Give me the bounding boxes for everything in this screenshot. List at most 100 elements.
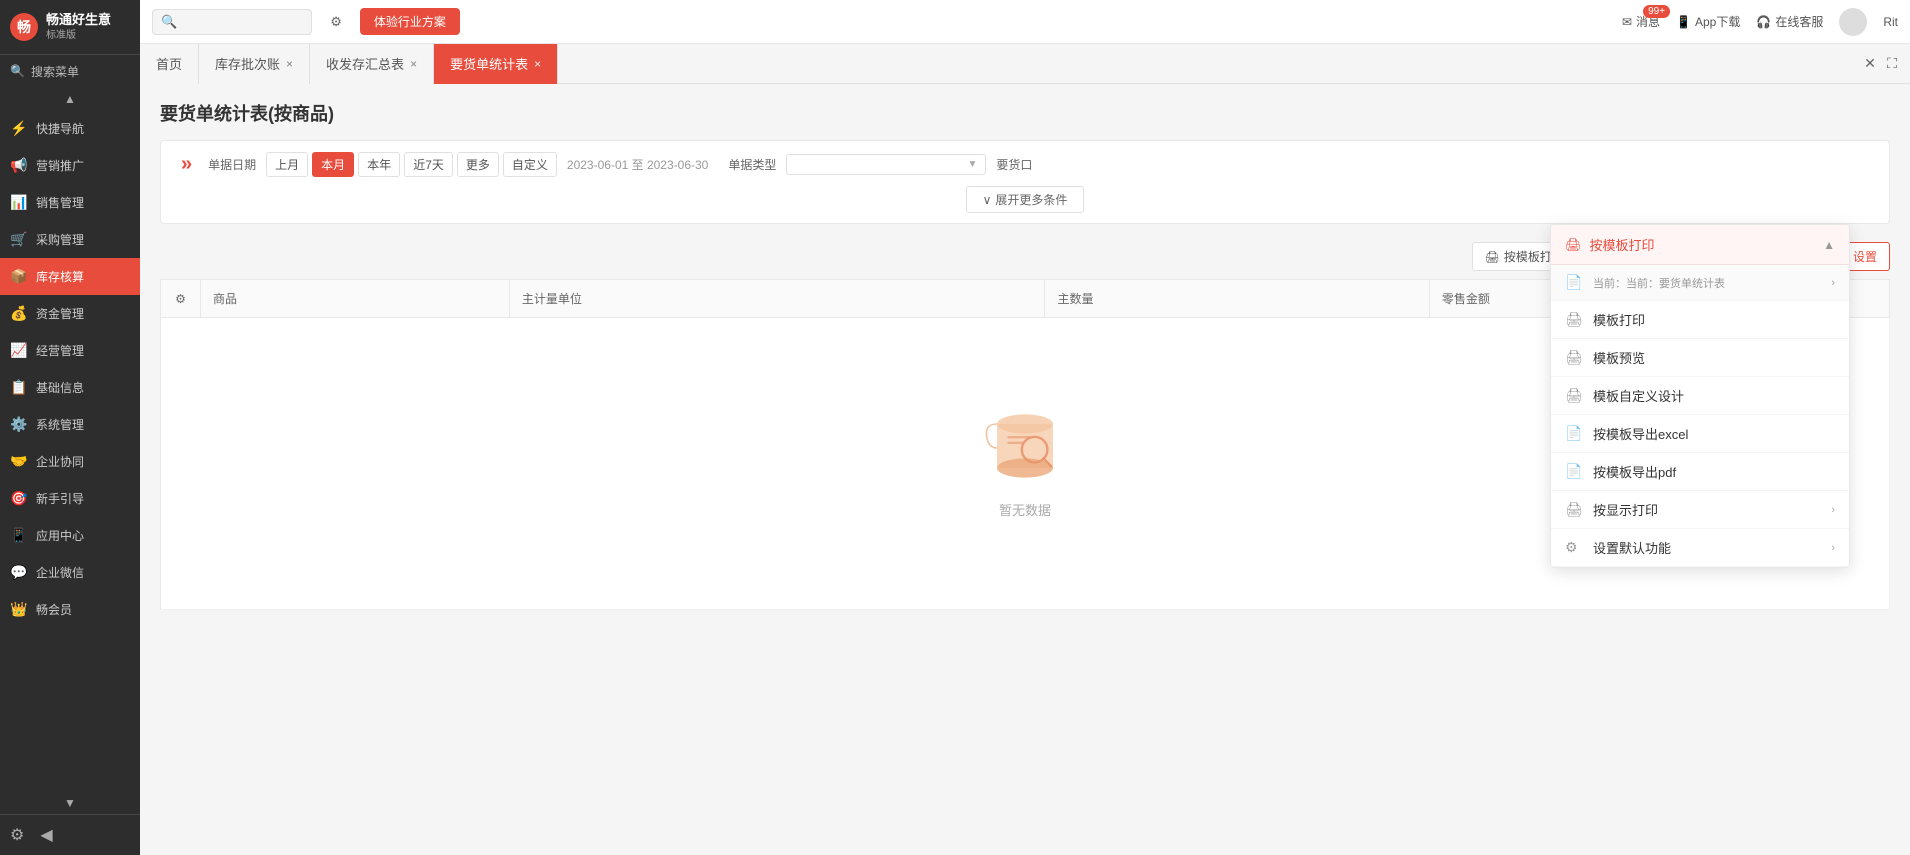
- tab-order-stats[interactable]: 要货单统计表 ×: [434, 44, 558, 84]
- date-prev-month[interactable]: 上月: [266, 152, 308, 177]
- export-pdf-icon: 📄: [1565, 463, 1583, 480]
- window-close-btn[interactable]: ✕: [1862, 56, 1878, 72]
- filter-expand-button[interactable]: »: [175, 151, 198, 178]
- wechat-icon: 💬: [10, 564, 28, 581]
- online-service-button[interactable]: 🎧 在线客服: [1756, 13, 1823, 30]
- tab-receivable-summary[interactable]: 收发存汇总表 ×: [310, 44, 434, 84]
- dropdown-item-template-print[interactable]: 🖨 模板打印: [1551, 301, 1849, 339]
- sidebar-item-inventory[interactable]: 📦 库存核算: [0, 258, 140, 295]
- username-label[interactable]: Rit: [1883, 15, 1898, 29]
- sidebar-item-wechat[interactable]: 💬 企业微信: [0, 554, 140, 591]
- sidebar-item-basic[interactable]: 📋 基础信息: [0, 369, 140, 406]
- tab-inventory-batch[interactable]: 库存批次账 ×: [199, 44, 310, 84]
- col-settings[interactable]: ⚙: [161, 280, 201, 318]
- date-range-text: 2023-06-01 至 2023-06-30: [567, 156, 708, 173]
- sidebar-logo: 畅 畅通好生意 标准版: [0, 0, 140, 55]
- inventory-icon: 📦: [10, 268, 28, 285]
- sidebar-scroll-up[interactable]: ▲: [0, 88, 140, 110]
- filter-more-row: ∨ 展开更多条件: [175, 186, 1875, 213]
- settings-button[interactable]: ⚙: [322, 10, 350, 34]
- date-filter-label: 单据日期: [208, 156, 256, 173]
- collapse-icon[interactable]: ◀: [40, 825, 52, 845]
- sales-icon: 📊: [10, 194, 28, 211]
- sidebar-item-marketing[interactable]: 📢 营销推广: [0, 147, 140, 184]
- experience-button[interactable]: 体验行业方案: [360, 8, 460, 35]
- messages-button[interactable]: ✉ 消息 99+: [1622, 13, 1660, 30]
- topbar-search-box[interactable]: 🔍: [152, 9, 312, 35]
- user-avatar[interactable]: [1839, 8, 1867, 36]
- search-input[interactable]: [183, 15, 303, 29]
- basic-icon: 📋: [10, 379, 28, 396]
- date-this-month[interactable]: 本月: [312, 152, 354, 177]
- tab-close-order-stats[interactable]: ×: [534, 57, 541, 71]
- main-area: 🔍 ⚙ 体验行业方案 ✉ 消息 99+ 📱 App下载 🎧 在线客服 Rit: [140, 0, 1910, 855]
- col-product: 商品: [201, 280, 510, 318]
- date-last-7-days[interactable]: 近7天: [404, 152, 453, 177]
- dropdown-item-template-custom[interactable]: 🖨 模板自定义设计: [1551, 377, 1849, 415]
- sidebar-item-app[interactable]: 📱 应用中心: [0, 517, 140, 554]
- sidebar-item-system[interactable]: ⚙️ 系统管理: [0, 406, 140, 443]
- dropdown-title-area: 🖨 按模板打印: [1565, 235, 1655, 254]
- dropdown-item-template-preview[interactable]: 🖨 模板预览: [1551, 339, 1849, 377]
- window-buttons: ✕ ⛶: [1852, 56, 1910, 72]
- sidebar-search[interactable]: 🔍 搜索菜单: [0, 55, 140, 88]
- quick-nav-icon: ⚡: [10, 120, 28, 137]
- col-quantity: 主数量: [1045, 280, 1429, 318]
- template-custom-icon: 🖨: [1565, 387, 1583, 404]
- dropdown-collapse-btn[interactable]: ▲: [1823, 238, 1835, 252]
- topbar: 🔍 ⚙ 体验行业方案 ✉ 消息 99+ 📱 App下载 🎧 在线客服 Rit: [140, 0, 1910, 44]
- sidebar-scroll-down[interactable]: ▼: [0, 792, 140, 814]
- type-filter-select[interactable]: ▼: [786, 154, 986, 175]
- col-unit: 主计量单位: [509, 280, 1045, 318]
- sidebar-item-finance[interactable]: 💰 资金管理: [0, 295, 140, 332]
- type-select-arrow-icon: ▼: [967, 159, 977, 170]
- sidebar-item-enterprise[interactable]: 🤝 企业协同: [0, 443, 140, 480]
- template-print-icon: 🖨: [1565, 311, 1583, 328]
- date-options: 上月 本月 本年 近7天 更多 自定义: [266, 152, 557, 177]
- cargo-filter-label: 要货口: [996, 156, 1032, 173]
- settings-icon[interactable]: ⚙: [10, 825, 24, 845]
- tab-close-inventory-batch[interactable]: ×: [286, 57, 293, 71]
- messages-icon: ✉: [1622, 15, 1632, 29]
- sidebar-item-purchase[interactable]: 🛒 采购管理: [0, 221, 140, 258]
- marketing-icon: 📢: [10, 157, 28, 174]
- dropdown-item-display-print[interactable]: 🖨 按显示打印 ›: [1551, 491, 1849, 529]
- window-maximize-btn[interactable]: ⛶: [1884, 56, 1900, 72]
- display-print-arrow-icon: ›: [1831, 504, 1835, 516]
- page-title: 要货单统计表(按商品): [160, 100, 1890, 126]
- topbar-actions: ✉ 消息 99+ 📱 App下载 🎧 在线客服 Rit: [1622, 8, 1898, 36]
- search-icon: 🔍: [10, 64, 25, 78]
- member-icon: 👑: [10, 601, 28, 618]
- filter-bar: » 单据日期 上月 本月 本年 近7天 更多 自定义 2023-06-01 至 …: [160, 140, 1890, 224]
- logo-icon: 畅: [10, 13, 38, 41]
- sidebar-item-quick-nav[interactable]: ⚡ 快捷导航: [0, 110, 140, 147]
- topbar-search-icon: 🔍: [161, 14, 177, 30]
- dropdown-item-export-excel[interactable]: 📄 按模板导出excel: [1551, 415, 1849, 453]
- tab-close-receivable[interactable]: ×: [410, 57, 417, 71]
- set-default-arrow-icon: ›: [1831, 542, 1835, 554]
- app-download-icon: 📱: [1676, 15, 1691, 29]
- sidebar-item-operations[interactable]: 📈 经营管理: [0, 332, 140, 369]
- expand-more-button[interactable]: ∨ 展开更多条件: [966, 186, 1085, 213]
- expand-more-icon: ∨: [983, 193, 992, 207]
- sidebar-item-member[interactable]: 👑 畅会员: [0, 591, 140, 628]
- current-row-arrow-icon: ›: [1831, 277, 1835, 289]
- date-more[interactable]: 更多: [457, 152, 499, 177]
- sidebar-item-sales[interactable]: 📊 销售管理: [0, 184, 140, 221]
- sidebar: 畅 畅通好生意 标准版 🔍 搜索菜单 ▲ ⚡ 快捷导航 📢 营销推广 📊 销售管…: [0, 0, 140, 855]
- print-icon: 🖨: [1485, 250, 1500, 264]
- filter-row-main: » 单据日期 上月 本月 本年 近7天 更多 自定义 2023-06-01 至 …: [175, 151, 1875, 178]
- export-excel-icon: 📄: [1565, 425, 1583, 442]
- dropdown-item-export-pdf[interactable]: 📄 按模板导出pdf: [1551, 453, 1849, 491]
- sidebar-item-guide[interactable]: 🎯 新手引导: [0, 480, 140, 517]
- app-download-button[interactable]: 📱 App下载: [1676, 13, 1740, 30]
- dropdown-item-set-default[interactable]: ⚙ 设置默认功能 ›: [1551, 529, 1849, 567]
- date-this-year[interactable]: 本年: [358, 152, 400, 177]
- tab-home[interactable]: 首页: [140, 44, 199, 84]
- print-template-dropdown: 🖨 按模板打印 ▲ 📄 当前：当前：要货单统计表 › 🖨 模板打印: [1550, 224, 1850, 568]
- dropdown-current-row[interactable]: 📄 当前：当前：要货单统计表 ›: [1551, 265, 1849, 301]
- date-custom[interactable]: 自定义: [503, 152, 557, 177]
- dropdown-print-icon: 🖨: [1565, 237, 1582, 253]
- sidebar-bottom: ⚙ ◀: [0, 814, 140, 855]
- empty-text: 暂无数据: [999, 500, 1051, 519]
